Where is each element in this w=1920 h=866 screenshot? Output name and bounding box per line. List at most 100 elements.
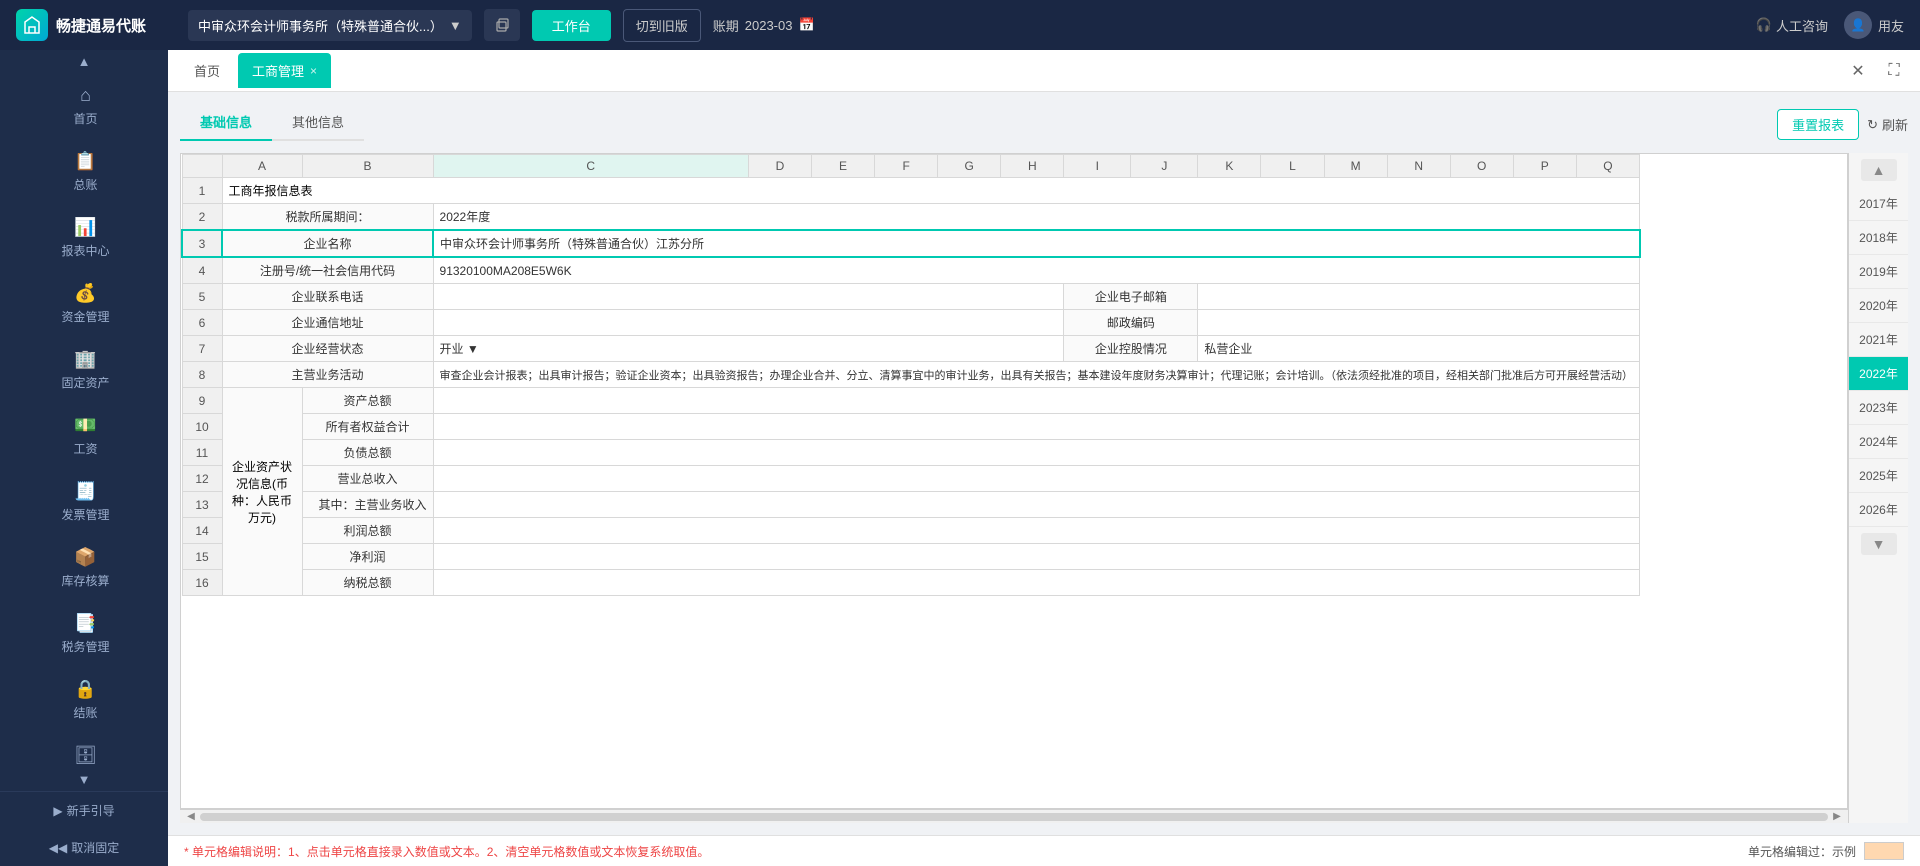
period-label: 税款所属期间：	[222, 204, 433, 231]
year-up-arrow[interactable]: ▲	[1861, 159, 1897, 181]
close-window-button[interactable]: ✕	[1844, 57, 1872, 85]
spreadsheet-container[interactable]: A B C D E F G H I J	[180, 153, 1848, 809]
tab-close-icon[interactable]: ×	[310, 64, 317, 78]
col-G[interactable]: G	[938, 155, 1001, 178]
main-biz-val[interactable]: 审查企业会计报表；出具审计报告；验证企业资本；出具验资报告；办理企业合并、分立、…	[433, 362, 1640, 388]
postcode-val[interactable]	[1198, 310, 1640, 336]
tab-gongshang[interactable]: 工商管理 ×	[238, 53, 331, 88]
company-name-val[interactable]: 中审众环会计师事务所（特殊普通合伙）江苏分所	[433, 230, 1640, 257]
row-num-16: 16	[182, 570, 222, 596]
year-2023[interactable]: 2023年	[1849, 391, 1908, 425]
row-num-6: 6	[182, 310, 222, 336]
scrollbar-track[interactable]	[200, 813, 1828, 821]
sidebar-item-home[interactable]: ⌂ 首页	[0, 73, 168, 139]
service-button[interactable]: 🎧 人工咨询	[1756, 16, 1828, 35]
col-O[interactable]: O	[1450, 155, 1513, 178]
sidebar-item-ledger[interactable]: 📋 总账	[0, 139, 168, 205]
unpin-icon: ◀◀	[49, 841, 67, 855]
col-H[interactable]: H	[1001, 155, 1064, 178]
year-2020[interactable]: 2020年	[1849, 289, 1908, 323]
workbench-button[interactable]: 工作台	[532, 10, 611, 41]
year-2026[interactable]: 2026年	[1849, 493, 1908, 527]
debt-val[interactable]	[433, 440, 1640, 466]
sidebar-item-assets[interactable]: 🏢 固定资产	[0, 337, 168, 403]
avatar: 👤	[1844, 11, 1872, 39]
sidebar-item-invoice[interactable]: 🧾 发票管理	[0, 469, 168, 535]
period-val[interactable]: 2022年度	[433, 204, 1640, 231]
year-2021[interactable]: 2021年	[1849, 323, 1908, 357]
company-selector[interactable]: 中审众环会计师事务所（特殊普通合伙...） ▼	[188, 10, 472, 41]
col-L[interactable]: L	[1261, 155, 1324, 178]
sidebar-item-inventory[interactable]: 📦 库存核算	[0, 535, 168, 601]
sidebar-label-home: 首页	[73, 110, 97, 127]
scroll-right-button[interactable]: ▶	[1828, 810, 1846, 824]
email-val[interactable]	[1198, 284, 1640, 310]
sidebar-item-close[interactable]: 🔒 结账	[0, 667, 168, 733]
total-assets-val[interactable]	[433, 388, 1640, 414]
year-2022[interactable]: 2022年	[1849, 357, 1908, 391]
profit-val[interactable]	[433, 518, 1640, 544]
year-2024[interactable]: 2024年	[1849, 425, 1908, 459]
refresh-button[interactable]: ↻ 刷新	[1867, 115, 1908, 134]
bottom-bar: * 单元格编辑说明：1、点击单元格直接录入数值或文本。2、清空单元格数值或文本恢…	[168, 835, 1920, 866]
debt-label: 负债总额	[302, 440, 433, 466]
archive-icon: 🗄	[74, 745, 97, 766]
revenue-val[interactable]	[433, 466, 1640, 492]
sidebar-item-finance[interactable]: 💰 资金管理	[0, 271, 168, 337]
report-icon: 📊	[74, 217, 96, 238]
table-row: 15 净利润	[182, 544, 1640, 570]
col-I[interactable]: I	[1064, 155, 1131, 178]
sidebar-item-tax[interactable]: 📑 税务管理	[0, 601, 168, 667]
net-profit-val[interactable]	[433, 544, 1640, 570]
year-2018[interactable]: 2018年	[1849, 221, 1908, 255]
col-N[interactable]: N	[1387, 155, 1450, 178]
tax-total-val[interactable]	[433, 570, 1640, 596]
user-button[interactable]: 👤 用友	[1844, 11, 1904, 39]
copy-button[interactable]	[484, 9, 520, 41]
col-Q[interactable]: Q	[1576, 155, 1639, 178]
sidebar-item-report[interactable]: 📊 报表中心	[0, 205, 168, 271]
calendar-icon[interactable]: 📅	[798, 17, 814, 33]
switch-version-button[interactable]: 切到旧版	[623, 9, 701, 42]
sidebar-scroll-up[interactable]: ▲	[0, 50, 168, 73]
year-2019[interactable]: 2019年	[1849, 255, 1908, 289]
row-num-13: 13	[182, 492, 222, 518]
hint-text: 单元格编辑说明：1、点击单元格直接录入数值或文本。2、清空单元格数值或文本恢复系…	[192, 845, 709, 859]
equity-val[interactable]	[433, 414, 1640, 440]
sidebar-item-archive[interactable]: 🗄 归档管理	[0, 733, 168, 768]
col-M[interactable]: M	[1324, 155, 1387, 178]
biz-status-val[interactable]: 开业 ▼	[433, 336, 1064, 362]
col-E[interactable]: E	[812, 155, 875, 178]
tab-basic[interactable]: 基础信息	[180, 104, 272, 141]
year-down-arrow[interactable]: ▼	[1861, 533, 1897, 555]
control-val[interactable]: 私营企业	[1198, 336, 1640, 362]
tab-home[interactable]: 首页	[180, 53, 234, 88]
col-A[interactable]: A	[222, 155, 302, 178]
reset-report-button[interactable]: 重置报表	[1777, 109, 1859, 140]
year-2025[interactable]: 2025年	[1849, 459, 1908, 493]
sidebar-scroll-down[interactable]: ▼	[0, 768, 168, 791]
address-val[interactable]	[433, 310, 1064, 336]
horizontal-scrollbar[interactable]: ◀ ▶	[180, 809, 1848, 823]
col-J[interactable]: J	[1131, 155, 1198, 178]
col-B[interactable]: B	[302, 155, 433, 178]
col-C[interactable]: C	[433, 155, 748, 178]
headset-icon: 🎧	[1756, 17, 1772, 33]
new-guide-button[interactable]: ▶ 新手引导	[0, 792, 168, 829]
year-2017[interactable]: 2017年	[1849, 187, 1908, 221]
phone-label: 企业联系电话	[222, 284, 433, 310]
sidebar-item-salary[interactable]: 💵 工资	[0, 403, 168, 469]
scroll-left-button[interactable]: ◀	[182, 810, 200, 824]
net-profit-label: 净利润	[302, 544, 433, 570]
col-P[interactable]: P	[1513, 155, 1576, 178]
expand-window-button[interactable]: ⛶	[1880, 57, 1908, 85]
main-revenue-val[interactable]	[433, 492, 1640, 518]
year-nav-arrows: ▲	[1859, 153, 1899, 187]
regnum-val[interactable]: 91320100MA208E5W6K	[433, 257, 1640, 284]
unpin-button[interactable]: ◀◀ 取消固定	[0, 829, 168, 866]
col-K[interactable]: K	[1198, 155, 1261, 178]
phone-val[interactable]	[433, 284, 1064, 310]
tab-other[interactable]: 其他信息	[272, 104, 364, 141]
col-D[interactable]: D	[748, 155, 811, 178]
col-F[interactable]: F	[875, 155, 938, 178]
